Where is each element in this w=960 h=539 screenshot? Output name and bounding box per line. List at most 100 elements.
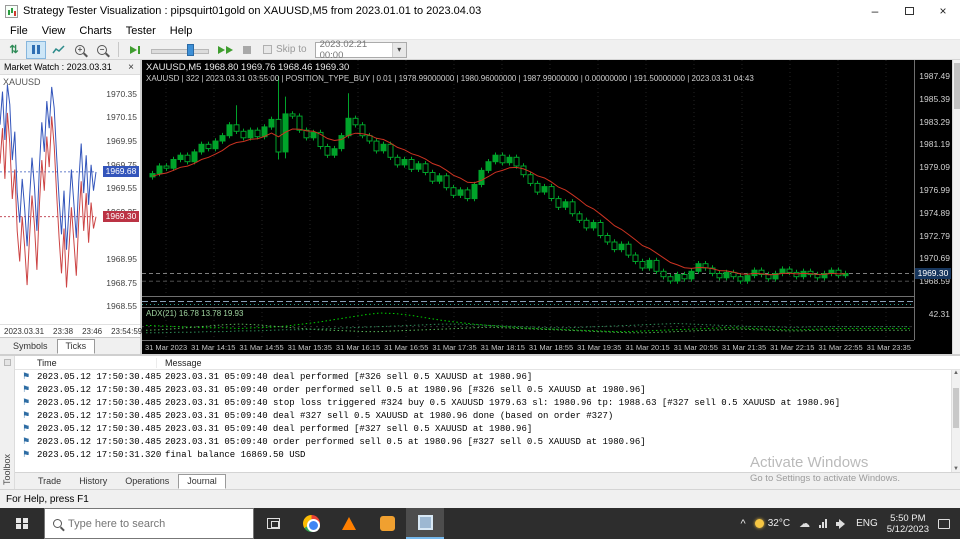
chart-scrollbar[interactable]	[952, 60, 960, 354]
tab-history[interactable]: History	[70, 474, 116, 489]
journal-row-time: 2023.05.12 17:50:30.485	[37, 410, 162, 421]
tick-time-label: 2023.03.31	[4, 326, 45, 336]
pause-icon	[32, 45, 40, 54]
zoom-in-button[interactable]: +	[70, 41, 90, 59]
time-axis-label: 31 Mar 18:55	[528, 343, 574, 352]
start-button[interactable]	[0, 508, 44, 539]
action-center-icon[interactable]	[938, 518, 950, 529]
search-input[interactable]	[68, 517, 228, 530]
tab-symbols[interactable]: Symbols	[4, 339, 57, 354]
fast-forward-button[interactable]	[215, 41, 235, 59]
chevron-down-icon[interactable]: ▾	[391, 42, 406, 57]
toolbox-label: Toolbox	[2, 453, 12, 485]
journal-row[interactable]: ⚑ 2023.05.12 17:50:30.485 2023.03.31 05:09…	[15, 383, 960, 396]
ask-price-box: 1969.68	[103, 166, 139, 178]
line-chart-button[interactable]	[48, 41, 68, 59]
toolbar-separator	[118, 42, 119, 57]
skip-to-label: Skip to	[276, 44, 307, 55]
journal-flag-icon: ⚑	[21, 384, 31, 395]
language-indicator[interactable]: ENG	[856, 518, 878, 529]
strategy-tester-window: Strategy Tester Visualization : pipsquir…	[0, 0, 960, 539]
journal-row-time: 2023.05.12 17:50:30.485	[37, 371, 162, 382]
slider-thumb[interactable]	[187, 43, 194, 56]
fast-forward-icon	[217, 45, 233, 54]
time-axis[interactable]: 31 Mar 2023 31 Mar 14:15 31 Mar 14:55 31 Ma…	[142, 340, 914, 354]
price-axis-label: 1970.69	[919, 253, 950, 264]
skip-to-date-combobox[interactable]: 2023.02.21 00:00 ▾	[314, 39, 407, 61]
minimize-button[interactable]: –	[858, 0, 892, 22]
menu-item-charts[interactable]: Charts	[72, 24, 118, 38]
journal-row-time: 2023.05.12 17:50:30.485	[37, 384, 162, 395]
taskbar-chrome-button[interactable]	[292, 508, 330, 539]
tab-journal[interactable]: Journal	[178, 474, 226, 489]
journal-row[interactable]: ⚑ 2023.05.12 17:50:30.485 2023.03.31 05:09…	[15, 370, 960, 383]
menu-item-view[interactable]: View	[35, 24, 73, 38]
chart-scrollbar-thumb[interactable]	[954, 63, 960, 109]
tab-operations[interactable]: Operations	[116, 474, 178, 489]
journal-row-time: 2023.05.12 17:50:31.320	[37, 449, 162, 460]
journal-header: Time Message	[15, 356, 960, 370]
candlestick-chart-canvas	[142, 60, 914, 339]
main-chart-panel[interactable]: XAUUSD,M5 1968.80 1969.76 1968.46 1969.3…	[142, 60, 960, 354]
task-view-button[interactable]	[254, 508, 292, 539]
journal-body: Time Message ⚑ 2023.05.12 17:50:30.485 202…	[15, 356, 960, 489]
chart-shift-button[interactable]: ⇅	[4, 41, 24, 59]
journal-scrollbar[interactable]: ▲ ▼	[951, 370, 960, 472]
window-title: Strategy Tester Visualization : pipsquir…	[23, 5, 482, 17]
market-watch-panel: Market Watch : 2023.03.31 × XAUUSD 1970.…	[0, 60, 142, 354]
taskbar-app-button[interactable]	[368, 508, 406, 539]
scroll-down-icon[interactable]: ▼	[952, 466, 960, 472]
menu-item-tester[interactable]: Tester	[119, 24, 163, 38]
journal-row[interactable]: ⚑ 2023.05.12 17:50:30.485 2023.03.31 05:09…	[15, 409, 960, 422]
weather-widget[interactable]: 32°C	[754, 518, 791, 529]
zoom-out-button[interactable]: −	[92, 41, 112, 59]
skip-to-label-group: Skip to	[263, 44, 307, 55]
maximize-button[interactable]	[892, 0, 926, 22]
adx-indicator-label: ADX(21) 16.78 13.78 19.93	[146, 309, 244, 318]
journal-row[interactable]: ⚑ 2023.05.12 17:50:30.485 2023.03.31 05:09…	[15, 422, 960, 435]
step-forward-button[interactable]	[125, 41, 145, 59]
onedrive-cloud-icon[interactable]: ☁	[799, 517, 810, 530]
price-axis-label: 1987.49	[919, 71, 950, 82]
journal-scrollbar-thumb[interactable]	[953, 388, 959, 428]
time-axis-label: 31 Mar 14:55	[239, 343, 284, 352]
menu-item-file[interactable]: File	[3, 24, 35, 38]
toolbox-panel: Toolbox Time Message ⚑ 2023.05.12 17:50:3…	[0, 354, 960, 489]
taskbar-clock[interactable]: 5:50 PM 5/12/2023	[887, 513, 929, 535]
taskbar-vlc-button[interactable]	[330, 508, 368, 539]
speed-slider[interactable]	[151, 43, 209, 57]
zoom-in-icon: +	[75, 44, 85, 55]
price-axis-label: 1979.09	[919, 162, 950, 173]
stop-icon	[243, 45, 251, 54]
journal-message-column-header[interactable]: Message	[157, 358, 960, 368]
step-bar	[138, 45, 140, 54]
tick-time-label: 23:54:59	[111, 326, 143, 336]
journal-time-column-header[interactable]: Time	[37, 357, 157, 368]
price-axis[interactable]: 1987.49 1985.39 1983.29 1981.19 1979.09 1976.…	[914, 60, 952, 340]
tick-chart[interactable]: XAUUSD 1970.35 1970.15 1969.95 1969.75 1969.…	[0, 75, 140, 324]
bid-price-box: 1969.30	[915, 267, 951, 279]
price-axis-label: 1983.29	[919, 116, 950, 127]
tab-trade[interactable]: Trade	[29, 474, 70, 489]
pause-button[interactable]	[26, 40, 46, 59]
close-button[interactable]: ×	[926, 0, 960, 22]
tab-ticks[interactable]: Ticks	[56, 339, 96, 354]
temperature-label: 32°C	[767, 518, 791, 529]
market-watch-close-icon[interactable]: ×	[126, 62, 136, 73]
taskbar-active-app-button[interactable]	[406, 508, 444, 539]
scroll-up-icon[interactable]: ▲	[952, 370, 960, 376]
vlc-icon	[342, 517, 356, 530]
taskbar-search-box[interactable]	[44, 508, 254, 539]
menu-item-help[interactable]: Help	[163, 24, 200, 38]
toolbox-grip-icon[interactable]	[4, 359, 11, 366]
hidden-icons-caret[interactable]: ^	[741, 518, 746, 530]
journal-flag-icon: ⚑	[21, 371, 31, 382]
network-icon[interactable]	[819, 519, 828, 528]
stop-button[interactable]	[237, 41, 257, 59]
chart-ohlc-header: XAUUSD,M5 1968.80 1969.76 1968.46 1969.3…	[146, 62, 350, 73]
volume-icon[interactable]	[836, 518, 847, 529]
title-bar: Strategy Tester Visualization : pipsquir…	[0, 0, 960, 22]
journal-row[interactable]: ⚑ 2023.05.12 17:50:30.485 2023.03.31 05:09…	[15, 396, 960, 409]
journal-row[interactable]: ⚑ 2023.05.12 17:50:31.320 final balance 16…	[15, 448, 960, 461]
journal-row[interactable]: ⚑ 2023.05.12 17:50:30.485 2023.03.31 05:09…	[15, 435, 960, 448]
